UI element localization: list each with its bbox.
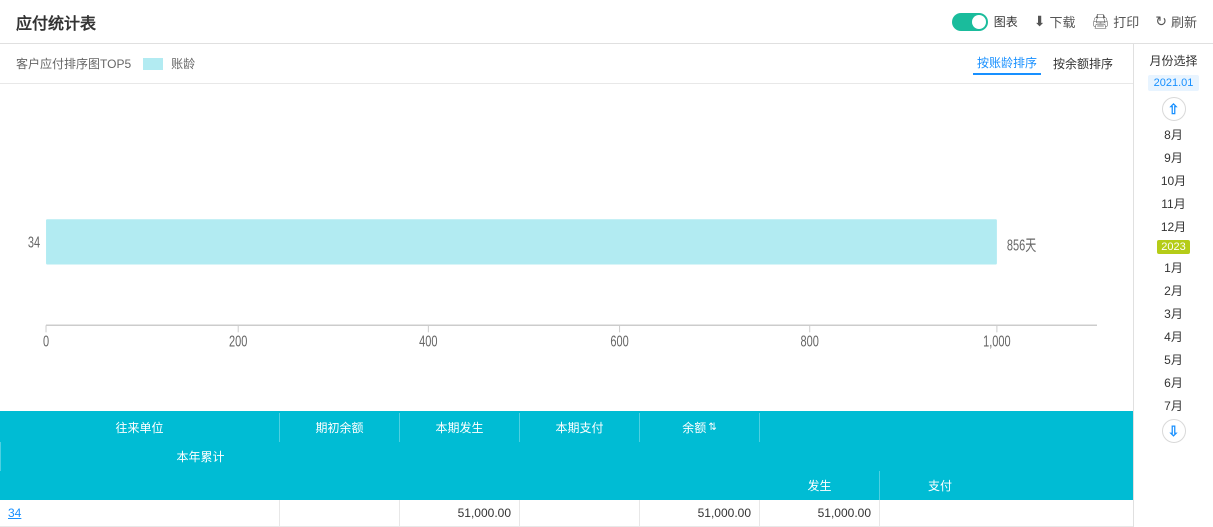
td-payment: [520, 500, 640, 526]
sidebar-month-6[interactable]: 6月: [1134, 371, 1213, 394]
download-button[interactable]: ⬇ 下载: [1034, 12, 1076, 31]
svg-text:600: 600: [610, 333, 628, 350]
data-table: 往来单位 期初余额 本期发生 本期支付 余额 ⇅ 本年累计: [0, 411, 1133, 527]
print-icon: 🖨: [1091, 13, 1109, 30]
sidebar-month-9[interactable]: 9月: [1134, 146, 1213, 169]
th-ytd: 本年累计: [0, 442, 400, 471]
chart-area: 34 856天 0 200 400 600 800 1,000: [0, 84, 1133, 411]
balance-sort-icon: ⇅: [708, 422, 716, 433]
sidebar-up-btn[interactable]: ⇧: [1162, 97, 1186, 121]
legend-title: 客户应付排序图TOP5: [16, 55, 131, 72]
chart-legend: 客户应付排序图TOP5 账龄: [16, 55, 195, 72]
refresh-label: 刷新: [1171, 12, 1197, 31]
table-row: 34 51,000.00 51,000.00 51,000.00: [0, 500, 1133, 527]
refresh-icon: ↻: [1155, 13, 1167, 30]
print-label: 打印: [1113, 12, 1139, 31]
sidebar-month-8[interactable]: 8月: [1134, 123, 1213, 146]
sidebar-down-btn[interactable]: ⇩: [1162, 419, 1186, 443]
legend-text: 账龄: [171, 55, 195, 72]
legend-box: [143, 58, 163, 70]
td-ytd-payment: [880, 500, 1000, 526]
page-title: 应付统计表: [16, 10, 96, 34]
chart-container: 客户应付排序图TOP5 账龄 按账龄排序 按余额排序 34 856天: [0, 44, 1133, 527]
th-ytd-occurrence: 发生: [760, 471, 880, 500]
main-content: 客户应付排序图TOP5 账龄 按账龄排序 按余额排序 34 856天: [0, 44, 1213, 527]
th-payment: 本期支付: [520, 413, 640, 442]
sort-by-balance-btn[interactable]: 按余额排序: [1049, 53, 1117, 74]
sidebar-month-10[interactable]: 10月: [1134, 169, 1213, 192]
chart-header: 客户应付排序图TOP5 账龄 按账龄排序 按余额排序: [0, 44, 1133, 84]
refresh-button[interactable]: ↻ 刷新: [1155, 12, 1197, 31]
table-header-row2: 发生 支付: [0, 471, 1133, 500]
chart-toggle-group: 图表: [952, 13, 1018, 31]
svg-text:200: 200: [229, 333, 247, 350]
sidebar-month-4[interactable]: 4月: [1134, 325, 1213, 348]
sidebar-month-7[interactable]: 7月: [1134, 394, 1213, 417]
svg-text:800: 800: [801, 333, 819, 350]
page-wrapper: 应付统计表 图表 ⬇ 下载 🖨 打印 ↻ 刷新: [0, 0, 1213, 527]
header: 应付统计表 图表 ⬇ 下载 🖨 打印 ↻ 刷新: [0, 0, 1213, 44]
sort-by-amount-btn[interactable]: 按账龄排序: [973, 52, 1041, 75]
th-occurrence: 本期发生: [400, 413, 520, 442]
td-occurrence: 51,000.00: [400, 500, 520, 526]
svg-text:0: 0: [43, 333, 49, 350]
bar-chart: 34 856天 0 200 400 600 800 1,000: [16, 92, 1117, 403]
sidebar-month-1[interactable]: 1月: [1134, 256, 1213, 279]
svg-text:34: 34: [28, 234, 41, 251]
th-opening: 期初余额: [280, 413, 400, 442]
chart-toggle[interactable]: [952, 13, 988, 31]
year-marker-2023[interactable]: 2023: [1157, 240, 1189, 254]
chart-label: 图表: [994, 13, 1018, 30]
sidebar-month-5[interactable]: 5月: [1134, 348, 1213, 371]
td-vendor[interactable]: 34: [0, 500, 280, 526]
chart-sort-group: 按账龄排序 按余额排序: [973, 52, 1117, 75]
download-label: 下载: [1049, 12, 1075, 31]
sidebar-month-12[interactable]: 12月: [1134, 215, 1213, 238]
svg-text:1,000: 1,000: [983, 333, 1011, 350]
right-sidebar: 月份选择 2021.01 ⇧ 8月 9月 10月 11月 12月 2023 1月…: [1133, 44, 1213, 527]
td-balance: 51,000.00: [640, 500, 760, 526]
current-year-display[interactable]: 2021.01: [1148, 75, 1200, 91]
sidebar-month-11[interactable]: 11月: [1134, 192, 1213, 215]
td-opening: [280, 500, 400, 526]
td-ytd-occurrence: 51,000.00: [760, 500, 880, 526]
table-header-row1: 往来单位 期初余额 本期发生 本期支付 余额 ⇅ 本年累计: [0, 413, 1133, 471]
header-actions: 图表 ⬇ 下载 🖨 打印 ↻ 刷新: [952, 12, 1197, 31]
th-balance: 余额 ⇅: [640, 413, 760, 442]
th-ytd-payment: 支付: [880, 471, 1000, 500]
print-button[interactable]: 🖨 打印: [1091, 12, 1139, 31]
download-icon: ⬇: [1034, 13, 1046, 30]
svg-text:856天: 856天: [1007, 236, 1036, 253]
sidebar-month-3[interactable]: 3月: [1134, 302, 1213, 325]
svg-text:400: 400: [419, 333, 437, 350]
th-vendor: 往来单位: [0, 413, 280, 442]
sidebar-title: 月份选择: [1149, 52, 1197, 69]
sidebar-month-2[interactable]: 2月: [1134, 279, 1213, 302]
